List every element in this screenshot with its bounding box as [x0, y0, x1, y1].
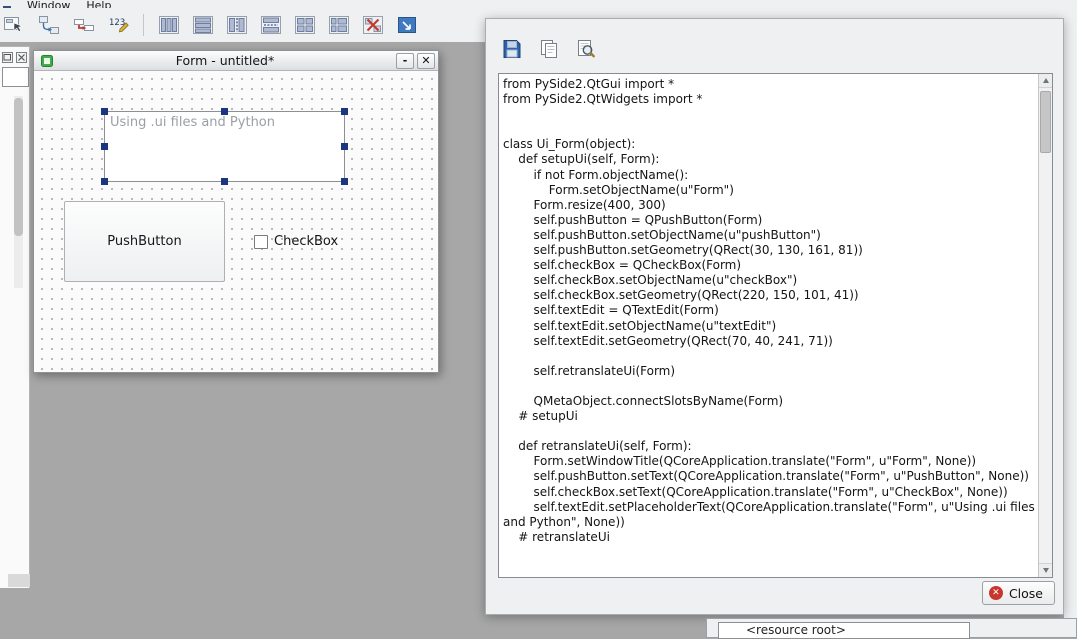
- layout-vertical-splitter-button[interactable]: [257, 12, 284, 39]
- close-circle-icon: ✕: [989, 586, 1003, 600]
- edit-buddies-icon: [73, 14, 95, 36]
- resize-handle-left[interactable]: [101, 143, 108, 150]
- minimize-button[interactable]: -: [396, 53, 414, 69]
- edit-tab-order-button[interactable]: 123: [105, 12, 132, 39]
- layout-form-button[interactable]: [325, 12, 352, 39]
- resource-root-item[interactable]: <resource root>: [718, 622, 970, 639]
- resize-handle-bottom-left[interactable]: [101, 178, 108, 185]
- copy-icon: [537, 37, 561, 61]
- edit-widgets-button[interactable]: [0, 12, 27, 39]
- layout-horizontal-splitter-icon: [226, 14, 248, 36]
- layout-vertical-icon: [192, 14, 214, 36]
- form-window-title: Form - untitled*: [57, 53, 393, 68]
- edit-tab-order-icon: 123: [108, 14, 130, 36]
- code-scrollbar[interactable]: [1038, 74, 1052, 577]
- code-view[interactable]: from PySide2.QtGui import * from PySide2…: [498, 73, 1053, 578]
- form-window-icon: [41, 55, 53, 67]
- find-icon: [574, 37, 598, 61]
- layout-vertical-splitter-icon: [260, 14, 282, 36]
- save-button[interactable]: [498, 35, 526, 63]
- layout-horizontal-splitter-button[interactable]: [223, 12, 250, 39]
- close-button-label: Close: [1009, 586, 1043, 601]
- resize-handle-bottom[interactable]: [221, 178, 228, 185]
- adjust-size-button[interactable]: [393, 12, 420, 39]
- layout-grid-button[interactable]: [291, 12, 318, 39]
- adjust-size-icon: [396, 14, 418, 36]
- layout-group: [155, 12, 420, 39]
- app-icon: [3, 6, 11, 8]
- layout-horizontal-icon: [158, 14, 180, 36]
- float-icon: [3, 53, 12, 62]
- scroll-up-button[interactable]: [1039, 74, 1052, 88]
- background-panel-strip: [1064, 42, 1077, 638]
- widget-box-scrollbar[interactable]: [14, 96, 23, 288]
- widget-filter-input[interactable]: [2, 67, 29, 87]
- close-button[interactable]: ✕: [417, 53, 435, 69]
- dialog-close-button[interactable]: ✕ Close: [982, 581, 1055, 605]
- scrollbar-thumb[interactable]: [1040, 91, 1051, 153]
- toolbar-separator: [143, 14, 144, 36]
- find-button[interactable]: [572, 35, 600, 63]
- code-preview-dialog: from PySide2.QtGui import * from PySide2…: [485, 18, 1064, 615]
- scrollbar-corner: [8, 574, 30, 587]
- edit-buddies-button[interactable]: [70, 12, 97, 39]
- pushbutton-widget[interactable]: PushButton: [64, 201, 225, 282]
- layout-grid-icon: [294, 14, 316, 36]
- scroll-down-button[interactable]: [1039, 563, 1052, 577]
- checkbox-widget[interactable]: CheckBox: [254, 221, 355, 262]
- dock-close-button[interactable]: [16, 52, 27, 63]
- resize-handle-top-left[interactable]: [101, 108, 108, 115]
- copy-button[interactable]: [535, 35, 563, 63]
- textedit-placeholder: Using .ui files and Python: [110, 115, 275, 130]
- arrow-down-icon: [1043, 568, 1049, 573]
- form-designer-window: Form - untitled* - ✕ Using .ui files and…: [33, 50, 439, 373]
- resource-browser-panel: <resource root>: [706, 618, 1077, 638]
- edit-mode-group: 123: [0, 12, 132, 39]
- widget-box-panel: [0, 46, 30, 588]
- resize-handle-right[interactable]: [341, 143, 348, 150]
- dock-float-button[interactable]: [2, 52, 13, 63]
- resize-handle-top-right[interactable]: [341, 108, 348, 115]
- menubar: Window Help: [0, 0, 1077, 8]
- resize-handle-bottom-right[interactable]: [341, 178, 348, 185]
- form-canvas[interactable]: Using .ui files and Python PushButton Ch…: [34, 71, 438, 372]
- layout-vertical-button[interactable]: [189, 12, 216, 39]
- generated-code[interactable]: from PySide2.QtGui import * from PySide2…: [499, 74, 1038, 577]
- resize-handle-top[interactable]: [221, 108, 228, 115]
- menu-window[interactable]: Window: [27, 0, 70, 8]
- form-window-titlebar[interactable]: Form - untitled* - ✕: [34, 51, 438, 71]
- arrow-up-icon: [1043, 78, 1049, 83]
- edit-widgets-icon: [3, 14, 25, 36]
- layout-form-icon: [328, 14, 350, 36]
- dialog-toolbar: [498, 35, 600, 63]
- edit-signals-slots-button[interactable]: [35, 12, 62, 39]
- break-layout-button[interactable]: [359, 12, 386, 39]
- layout-horizontal-button[interactable]: [155, 12, 182, 39]
- scrollbar-thumb[interactable]: [14, 98, 23, 236]
- textedit-widget[interactable]: Using .ui files and Python: [104, 111, 345, 182]
- checkbox-indicator: [254, 235, 268, 249]
- save-icon: [500, 37, 524, 61]
- menu-help[interactable]: Help: [86, 0, 111, 8]
- break-layout-icon: [362, 14, 384, 36]
- edit-signals-slots-icon: [38, 14, 60, 36]
- close-icon: [17, 53, 26, 62]
- checkbox-label: CheckBox: [274, 234, 338, 249]
